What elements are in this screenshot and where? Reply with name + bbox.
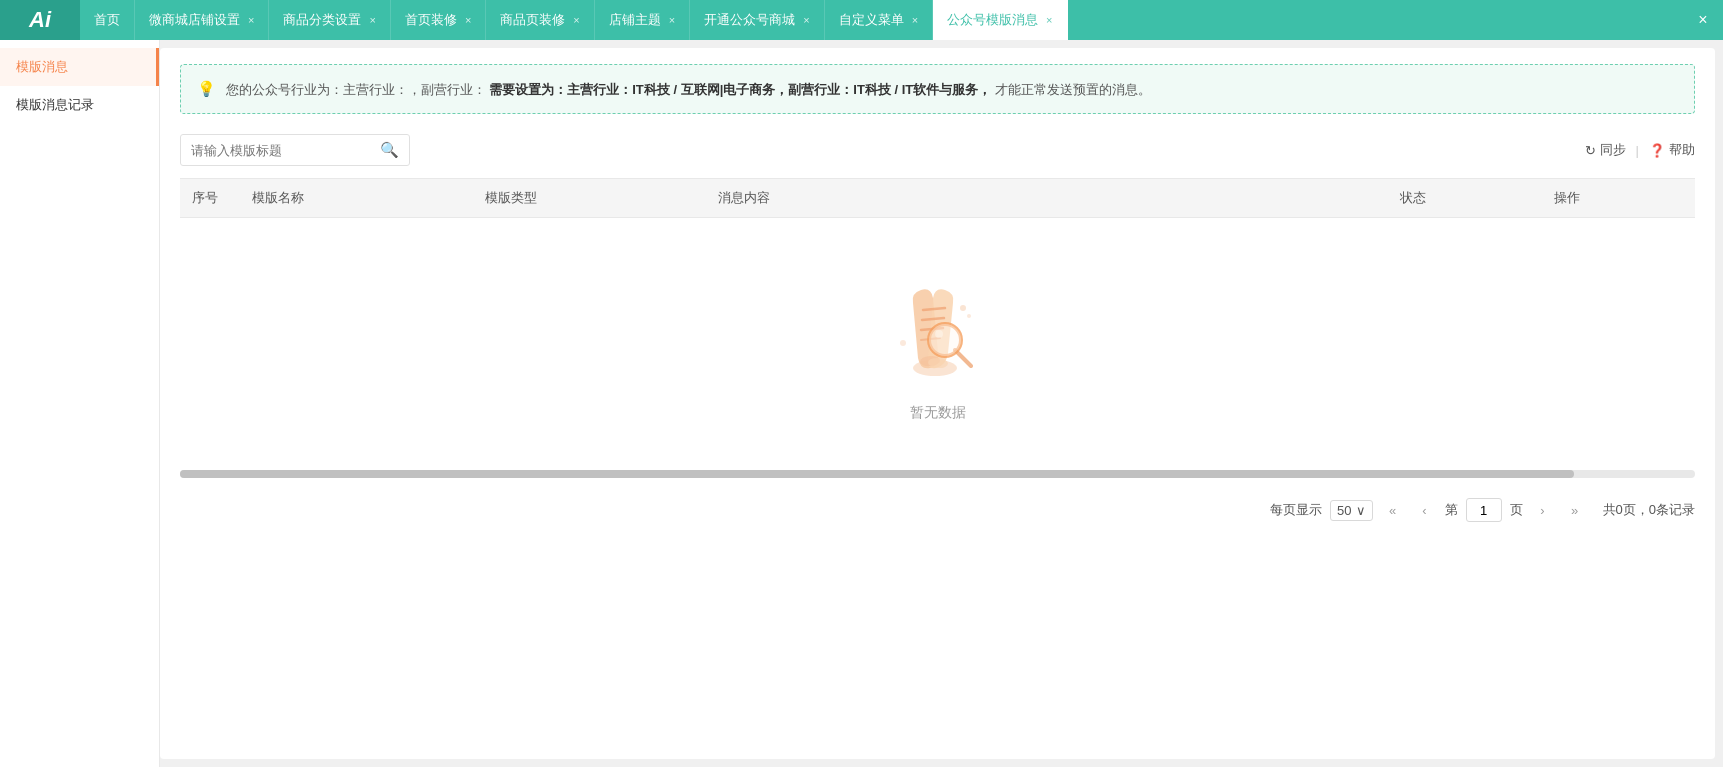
close-all-tabs-button[interactable]: × <box>1683 0 1723 40</box>
nav-item-close-homepage-decoration[interactable]: × <box>465 14 471 26</box>
content-area: 💡 您的公众号行业为：主营行业：，副营行业： 需要设置为：主营行业：IT科技 /… <box>160 48 1715 759</box>
col-header-content: 消息内容 <box>706 179 1388 218</box>
help-label: 帮助 <box>1669 141 1695 159</box>
sidebar: 模版消息模版消息记录 <box>0 40 160 767</box>
sync-icon: ↻ <box>1585 143 1596 158</box>
nav-item-open-wechat-mall[interactable]: 开通公众号商城× <box>690 0 824 40</box>
search-input[interactable] <box>181 137 370 164</box>
page-number-input[interactable] <box>1466 498 1502 522</box>
divider: | <box>1636 143 1639 158</box>
help-icon: ❓ <box>1649 143 1665 158</box>
nav-item-wshop-settings[interactable]: 微商城店铺设置× <box>135 0 269 40</box>
page-label: 第 <box>1445 501 1458 519</box>
next-page-button[interactable]: › <box>1531 498 1555 522</box>
col-header-type: 模版类型 <box>473 179 706 218</box>
notice-highlight: 需要设置为：主营行业：IT科技 / 互联网|电子商务，副营行业：IT科技 / I… <box>489 82 991 97</box>
horizontal-scrollbar[interactable] <box>180 470 1695 478</box>
empty-text: 暂无数据 <box>910 404 966 422</box>
svg-point-7 <box>929 324 961 356</box>
empty-illustration <box>883 278 993 388</box>
scrollbar-thumb[interactable] <box>180 470 1574 478</box>
notice-box: 💡 您的公众号行业为：主营行业：，副营行业： 需要设置为：主营行业：IT科技 /… <box>180 64 1695 114</box>
col-header-name: 模版名称 <box>240 179 473 218</box>
page-size-chevron: ∨ <box>1356 503 1366 518</box>
sync-label: 同步 <box>1600 141 1626 159</box>
col-header-seq: 序号 <box>180 179 240 218</box>
last-page-button[interactable]: » <box>1563 498 1587 522</box>
nav-item-category-settings[interactable]: 商品分类设置× <box>269 0 390 40</box>
prev-page-button[interactable]: ‹ <box>1413 498 1437 522</box>
main-layout: 模版消息模版消息记录 💡 您的公众号行业为：主营行业：，副营行业： 需要设置为：… <box>0 40 1723 767</box>
search-right-actions: ↻ 同步 | ❓ 帮助 <box>1585 141 1695 159</box>
help-button[interactable]: ❓ 帮助 <box>1649 141 1695 159</box>
nav-item-custom-menu[interactable]: 自定义菜单× <box>825 0 933 40</box>
pagination-summary: 共0页，0条记录 <box>1603 501 1695 519</box>
nav-item-shop-theme[interactable]: 店铺主题× <box>595 0 690 40</box>
app-logo: Ai <box>0 0 80 40</box>
notice-suffix: 才能正常发送预置的消息。 <box>995 82 1151 97</box>
page-size-value: 50 <box>1337 503 1351 518</box>
nav-item-homepage-decoration[interactable]: 首页装修× <box>391 0 486 40</box>
notice-prefix: 您的公众号行业为：主营行业：，副营行业： <box>226 82 486 97</box>
svg-point-12 <box>967 314 971 318</box>
nav-item-close-wshop-settings[interactable]: × <box>248 14 254 26</box>
page-size-label: 每页显示 <box>1270 501 1322 519</box>
sidebar-item-template-msg-record[interactable]: 模版消息记录 <box>0 86 159 124</box>
page-size-select[interactable]: 50 ∨ <box>1330 500 1372 521</box>
sync-button[interactable]: ↻ 同步 <box>1585 141 1626 159</box>
search-button[interactable]: 🔍 <box>370 135 409 165</box>
notice-icon: 💡 <box>197 80 216 97</box>
page-suffix: 页 <box>1510 501 1523 519</box>
nav-item-close-category-settings[interactable]: × <box>369 14 375 26</box>
nav-item-close-shop-theme[interactable]: × <box>669 14 675 26</box>
nav-item-close-product-decoration[interactable]: × <box>573 14 579 26</box>
svg-point-13 <box>900 340 906 346</box>
col-header-action: 操作 <box>1542 179 1695 218</box>
empty-state: 暂无数据 <box>180 218 1695 462</box>
nav-item-close-wechat-template-msg[interactable]: × <box>1046 14 1052 26</box>
top-nav: Ai 首页微商城店铺设置×商品分类设置×首页装修×商品页装修×店铺主题×开通公众… <box>0 0 1723 40</box>
nav-item-home[interactable]: 首页 <box>80 0 135 40</box>
svg-point-11 <box>960 305 966 311</box>
search-bar: 🔍 ↻ 同步 | ❓ 帮助 <box>180 134 1695 166</box>
nav-item-close-open-wechat-mall[interactable]: × <box>803 14 809 26</box>
pagination: 每页显示 50 ∨ « ‹ 第 页 › » 共0页，0条记录 <box>180 494 1695 526</box>
first-page-button[interactable]: « <box>1381 498 1405 522</box>
nav-item-product-decoration[interactable]: 商品页装修× <box>486 0 594 40</box>
sidebar-item-template-msg[interactable]: 模版消息 <box>0 48 159 86</box>
nav-item-wechat-template-msg[interactable]: 公众号模版消息× <box>933 0 1067 40</box>
search-field-container: 🔍 <box>180 134 410 166</box>
nav-item-close-custom-menu[interactable]: × <box>912 14 918 26</box>
svg-point-8 <box>935 330 943 338</box>
data-table: 序号模版名称模版类型消息内容状态操作 <box>180 178 1695 462</box>
col-header-status: 状态 <box>1388 179 1541 218</box>
